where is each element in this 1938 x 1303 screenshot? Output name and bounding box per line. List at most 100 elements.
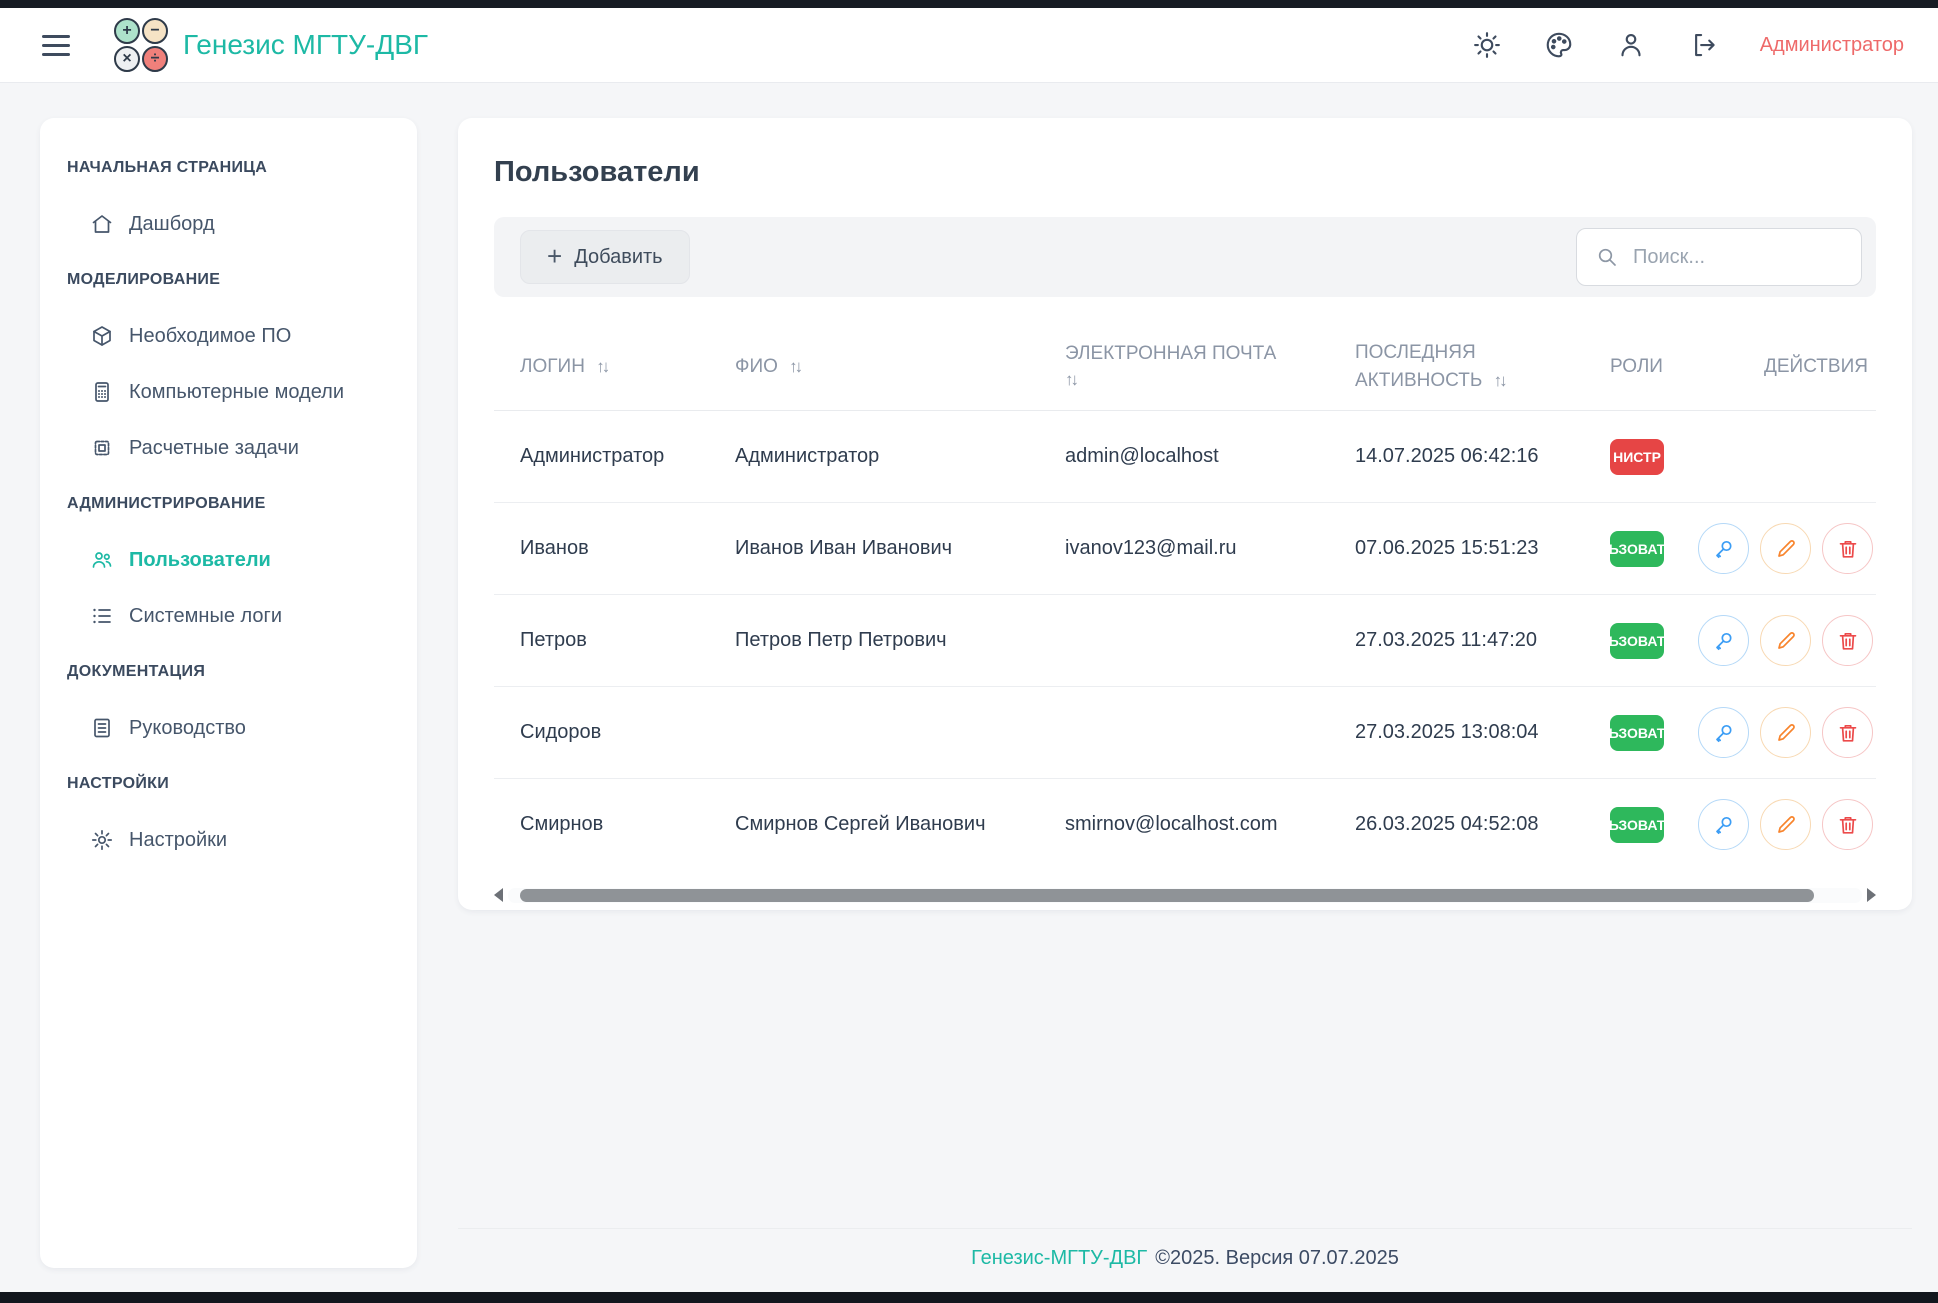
scrollbar-thumb[interactable]: [520, 888, 1814, 902]
bottom-window-strip: [0, 1292, 1938, 1303]
logo-multiply-icon: ×: [114, 46, 140, 72]
footer-brand-link[interactable]: Генезис-МГТУ-ДВГ: [971, 1247, 1147, 1269]
cell-login: Сидоров: [494, 686, 709, 780]
pencil-icon: [1777, 723, 1795, 741]
cell-email: [1039, 686, 1329, 780]
key-icon: [1715, 632, 1732, 650]
cell-email: admin@localhost: [1039, 410, 1329, 504]
reset-password-button[interactable]: [1698, 523, 1749, 575]
reset-password-button[interactable]: [1698, 799, 1749, 851]
users-card: Пользователи + Добавить Поиск... ЛОГИН ↑…: [458, 118, 1912, 910]
table-row: Администратор Администратор admin@localh…: [494, 410, 1876, 504]
delete-user-button[interactable]: [1822, 615, 1873, 667]
sidebar-item-label: Дашборд: [129, 212, 215, 235]
cell-last-activity: 26.03.2025 04:52:08: [1355, 813, 1539, 836]
sidebar-item-computer-models[interactable]: Компьютерные модели: [40, 364, 417, 420]
sidebar-item-label: Необходимое ПО: [129, 324, 292, 347]
users-table: ЛОГИН ↑↓ ФИО ↑↓ ЭЛЕКТРОННАЯ ПОЧТА ↑↓ ПОС…: [494, 323, 1876, 871]
cell-email: [1039, 594, 1329, 688]
sort-icon: ↑↓: [1065, 370, 1079, 389]
column-header-login[interactable]: ЛОГИН ↑↓: [494, 323, 709, 412]
pencil-icon: [1777, 539, 1795, 557]
sidebar-item-manual[interactable]: Руководство: [40, 700, 417, 756]
current-user-label: Администратор: [1759, 33, 1904, 56]
sidebar-item-label: Руководство: [129, 716, 246, 739]
sidebar-item-calculation-tasks[interactable]: Расчетные задачи: [40, 420, 417, 476]
table-row: Петров Петров Петр Петрович 27.03.2025 1…: [494, 594, 1876, 688]
cell-last-activity: 27.03.2025 13:08:04: [1329, 686, 1584, 780]
sort-icon: ↑↓: [1493, 370, 1508, 390]
add-user-button[interactable]: + Добавить: [520, 230, 690, 284]
scrollbar-track[interactable]: [508, 887, 1862, 903]
sidebar-item-users[interactable]: Пользователи: [40, 532, 417, 588]
trash-icon: [1839, 724, 1856, 742]
profile-icon[interactable]: [1616, 30, 1646, 60]
cell-login: Смирнов: [520, 813, 604, 836]
sort-icon: ↑↓: [789, 356, 803, 376]
edit-user-button[interactable]: [1760, 799, 1811, 851]
cell-actions: [1698, 502, 1876, 596]
sidebar-item-system-logs[interactable]: Системные логи: [40, 588, 417, 644]
key-icon: [1715, 724, 1732, 742]
cell-actions: [1698, 594, 1876, 688]
logo-divide-icon: ÷: [142, 46, 168, 72]
sidebar-item-label: Пользователи: [129, 548, 271, 571]
pencil-icon: [1777, 815, 1795, 833]
calculator-icon: [95, 382, 109, 402]
sidebar-item-settings[interactable]: Настройки: [40, 812, 417, 868]
cell-email: ivanov123@mail.ru: [1039, 502, 1329, 596]
scroll-right-arrow[interactable]: [1867, 888, 1876, 903]
cell-roles: ЬЗОВАТ: [1584, 594, 1698, 688]
reset-password-button[interactable]: [1698, 615, 1749, 667]
search-box: [1576, 228, 1862, 286]
sidebar: НАЧАЛЬНАЯ СТРАНИЦА Дашборд МОДЕЛИРОВАНИЕ…: [40, 118, 417, 1268]
column-header-fio[interactable]: ФИО ↑↓: [709, 323, 1039, 412]
sidebar-item-label: Компьютерные модели: [129, 380, 345, 403]
app-title: Генезис МГТУ-ДВГ: [183, 29, 429, 60]
reset-password-button[interactable]: [1698, 707, 1749, 759]
pencil-icon: [1777, 631, 1795, 649]
add-user-label: Добавить: [574, 245, 663, 268]
role-badge: ЬЗОВАТ: [1610, 714, 1664, 751]
role-badge: ЬЗОВАТ: [1610, 622, 1664, 659]
column-header-actions: ДЕЙСТВИЯ: [1698, 323, 1876, 412]
cell-login: Администратор: [494, 410, 709, 504]
theme-toggle-sun-icon[interactable]: [1472, 30, 1502, 60]
edit-user-button[interactable]: [1760, 615, 1811, 667]
sidebar-item-label: Расчетные задачи: [129, 436, 299, 459]
document-icon: [94, 718, 110, 738]
scroll-left-arrow[interactable]: [494, 888, 503, 903]
sidebar-item-required-software[interactable]: Необходимое ПО: [40, 308, 417, 364]
edit-user-button[interactable]: [1760, 523, 1811, 575]
cell-actions: [1698, 410, 1876, 504]
logout-icon[interactable]: [1688, 30, 1718, 60]
table-row: Сидоров 27.03.2025 13:08:04 ЬЗОВАТ: [494, 686, 1876, 780]
edit-user-button[interactable]: [1760, 707, 1811, 759]
cell-roles: ЬЗОВАТ: [1584, 686, 1698, 780]
cpu-icon: [94, 440, 110, 456]
cell-actions: [1698, 779, 1876, 871]
delete-user-button[interactable]: [1822, 707, 1873, 759]
delete-user-button[interactable]: [1822, 799, 1873, 851]
cell-fio: Смирнов Сергей Иванович: [735, 813, 986, 836]
sidebar-section-settings: НАСТРОЙКИ: [67, 775, 170, 792]
gear-icon: [91, 829, 113, 851]
role-badge: ЬЗОВАТ: [1610, 806, 1664, 843]
sidebar-item-label: Настройки: [129, 828, 228, 851]
users-icon: [92, 552, 112, 568]
palette-icon[interactable]: [1544, 30, 1574, 60]
main-column: Пользователи + Добавить Поиск... ЛОГИН ↑…: [458, 118, 1912, 1292]
search-input[interactable]: [1631, 244, 1843, 270]
column-header-last-activity[interactable]: ПОСЛЕДНЯЯ АКТИВНОСТЬ ↑↓: [1329, 323, 1584, 412]
header-actions: Администратор: [1472, 30, 1904, 60]
column-header-email[interactable]: ЭЛЕКТРОННАЯ ПОЧТА ↑↓: [1039, 323, 1329, 412]
cell-fio: Администратор: [709, 410, 1039, 504]
sidebar-section-documentation: ДОКУМЕНТАЦИЯ: [67, 663, 206, 680]
sidebar-section-administration: АДМИНИСТРИРОВАНИЕ: [67, 495, 266, 512]
cell-roles: ЬЗОВАТ: [1584, 502, 1698, 596]
menu-toggle-button[interactable]: [42, 34, 70, 56]
delete-user-button[interactable]: [1822, 523, 1873, 575]
sidebar-item-dashboard[interactable]: Дашборд: [40, 196, 417, 252]
key-icon: [1715, 816, 1732, 834]
table-toolbar: + Добавить: [494, 217, 1876, 297]
